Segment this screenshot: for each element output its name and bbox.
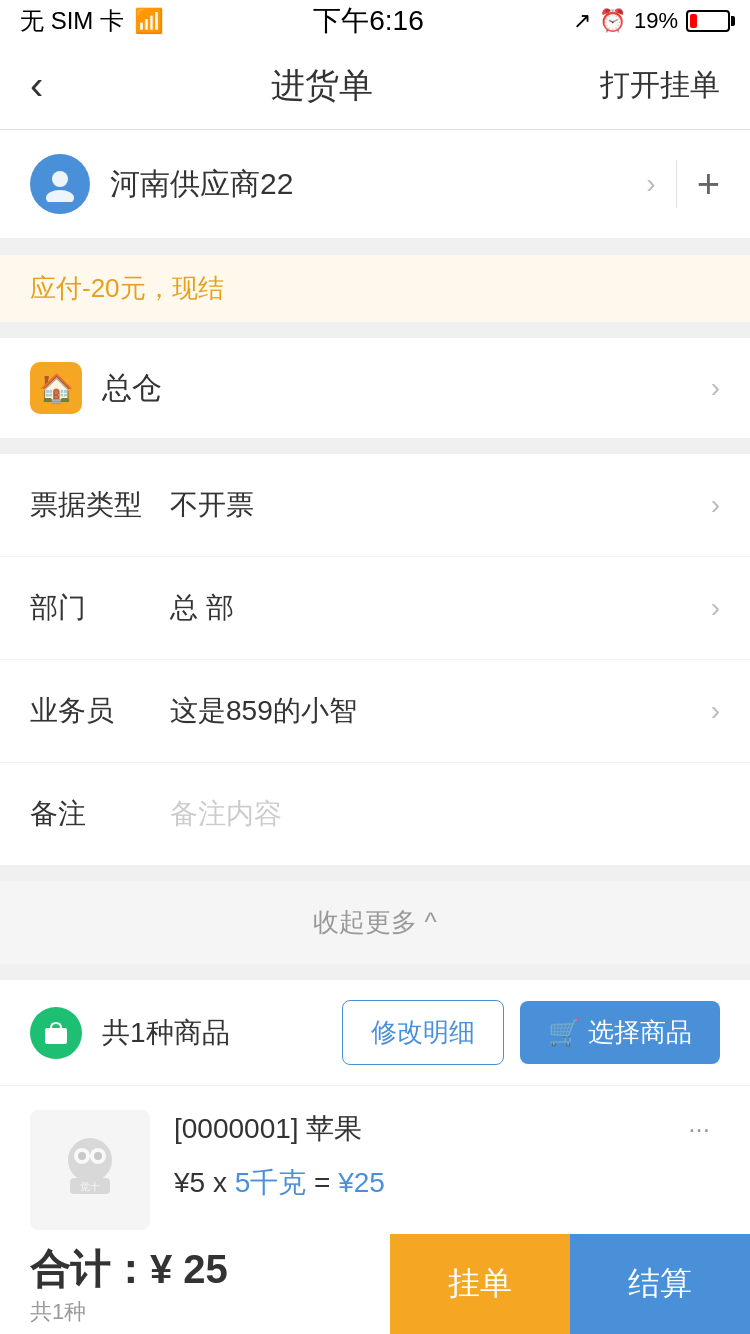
status-bar: 无 SIM 卡 📶 下午6:16 ↗ ⏰ 19% [0, 0, 750, 42]
user-icon [42, 166, 78, 202]
form-section: 票据类型 不开票 › 部门 总 部 › 业务员 这是859的小智 › 备注 备注… [0, 454, 750, 865]
product-price: ¥5 x 5千克 = ¥25 [174, 1164, 678, 1202]
product-info: [0000001] 苹果 ¥5 x 5千克 = ¥25 [174, 1110, 678, 1202]
product-header: 共1种商品 修改明细 🛒 选择商品 [0, 980, 750, 1086]
total-count: 共1种 [30, 1297, 360, 1327]
alarm-icon: ⏰ [599, 8, 626, 34]
product-item: 觉十 [0000001] 苹果 ¥5 x 5千克 = ¥25 ··· [0, 1086, 750, 1255]
bag-icon [41, 1018, 71, 1048]
wifi-icon: 📶 [134, 7, 164, 35]
open-pending-button[interactable]: 打开挂单 [600, 65, 720, 106]
product-icon [30, 1007, 82, 1059]
warehouse-name: 总仓 [102, 368, 701, 409]
status-time: 下午6:16 [313, 2, 424, 40]
add-supplier-button[interactable]: + [697, 162, 720, 207]
svg-point-0 [52, 171, 68, 187]
warehouse-section: 🏠 总仓 › [0, 338, 750, 438]
edit-detail-button[interactable]: 修改明细 [342, 1000, 504, 1065]
department-label: 部门 [30, 589, 150, 627]
supplier-name: 河南供应商22 [110, 164, 636, 205]
total-amount: 合计：¥ 25 [30, 1242, 360, 1297]
select-product-button[interactable]: 🛒 选择商品 [520, 1001, 720, 1064]
footer: 合计：¥ 25 共1种 挂单 结算 [0, 1234, 750, 1334]
svg-point-6 [78, 1152, 86, 1160]
department-chevron-icon: › [711, 592, 720, 624]
footer-total: 合计：¥ 25 共1种 [0, 1234, 390, 1334]
select-product-label: 选择商品 [588, 1015, 692, 1050]
supplier-divider [676, 160, 677, 208]
collapse-button[interactable]: 收起更多 ^ [0, 881, 750, 964]
supplier-avatar [30, 154, 90, 214]
remark-placeholder: 备注内容 [150, 795, 720, 833]
invoice-type-row[interactable]: 票据类型 不开票 › [0, 454, 750, 557]
qty-text: 5千克 [235, 1167, 307, 1198]
battery-percent: 19% [634, 8, 678, 34]
supplier-section: 河南供应商22 › + [0, 130, 750, 239]
department-value: 总 部 [150, 589, 701, 627]
invoice-type-label: 票据类型 [30, 486, 150, 524]
svg-point-1 [46, 190, 74, 202]
warehouse-row[interactable]: 🏠 总仓 › [0, 338, 750, 438]
supplier-row[interactable]: 河南供应商22 › + [0, 130, 750, 239]
product-image: 觉十 [50, 1130, 130, 1210]
salesperson-label: 业务员 [30, 692, 150, 730]
battery-fill [690, 14, 697, 28]
hang-button[interactable]: 挂单 [390, 1234, 570, 1334]
location-icon: ↗ [573, 8, 591, 34]
product-thumbnail: 觉十 [30, 1110, 150, 1230]
carrier-text: 无 SIM 卡 [20, 5, 124, 37]
eq-sign: = [306, 1167, 338, 1198]
svg-point-7 [94, 1152, 102, 1160]
product-more-button[interactable]: ··· [678, 1110, 720, 1149]
svg-point-3 [68, 1138, 112, 1182]
supplier-chevron-icon: › [646, 168, 655, 200]
remark-label: 备注 [30, 795, 150, 833]
warehouse-chevron-icon: › [711, 372, 720, 404]
battery-icon [686, 10, 730, 32]
remark-row[interactable]: 备注 备注内容 [0, 763, 750, 865]
svg-rect-2 [45, 1028, 67, 1044]
total-value: ¥ 25 [150, 1247, 228, 1291]
product-name: [0000001] 苹果 [174, 1110, 678, 1148]
total-price: ¥25 [338, 1167, 385, 1198]
price-text: ¥5 x [174, 1167, 235, 1198]
svg-text:觉十: 觉十 [80, 1181, 100, 1192]
status-carrier: 无 SIM 卡 📶 [20, 5, 164, 37]
product-count: 共1种商品 [102, 1014, 342, 1052]
nav-bar: ‹ 进货单 打开挂单 [0, 42, 750, 130]
salesperson-chevron-icon: › [711, 695, 720, 727]
back-button[interactable]: ‹ [30, 63, 43, 108]
warehouse-icon: 🏠 [30, 362, 82, 414]
department-row[interactable]: 部门 总 部 › [0, 557, 750, 660]
checkout-button[interactable]: 结算 [570, 1234, 750, 1334]
select-product-icon: 🛒 [548, 1017, 580, 1048]
page-title: 进货单 [271, 63, 373, 109]
salesperson-value: 这是859的小智 [150, 692, 701, 730]
status-right: ↗ ⏰ 19% [573, 8, 730, 34]
invoice-type-chevron-icon: › [711, 489, 720, 521]
salesperson-row[interactable]: 业务员 这是859的小智 › [0, 660, 750, 763]
products-section: 共1种商品 修改明细 🛒 选择商品 觉十 [0000001] 苹果 ¥ [0, 980, 750, 1255]
payment-notice: 应付-20元，现结 [0, 255, 750, 322]
invoice-type-value: 不开票 [150, 486, 701, 524]
total-label: 合计： [30, 1247, 150, 1291]
